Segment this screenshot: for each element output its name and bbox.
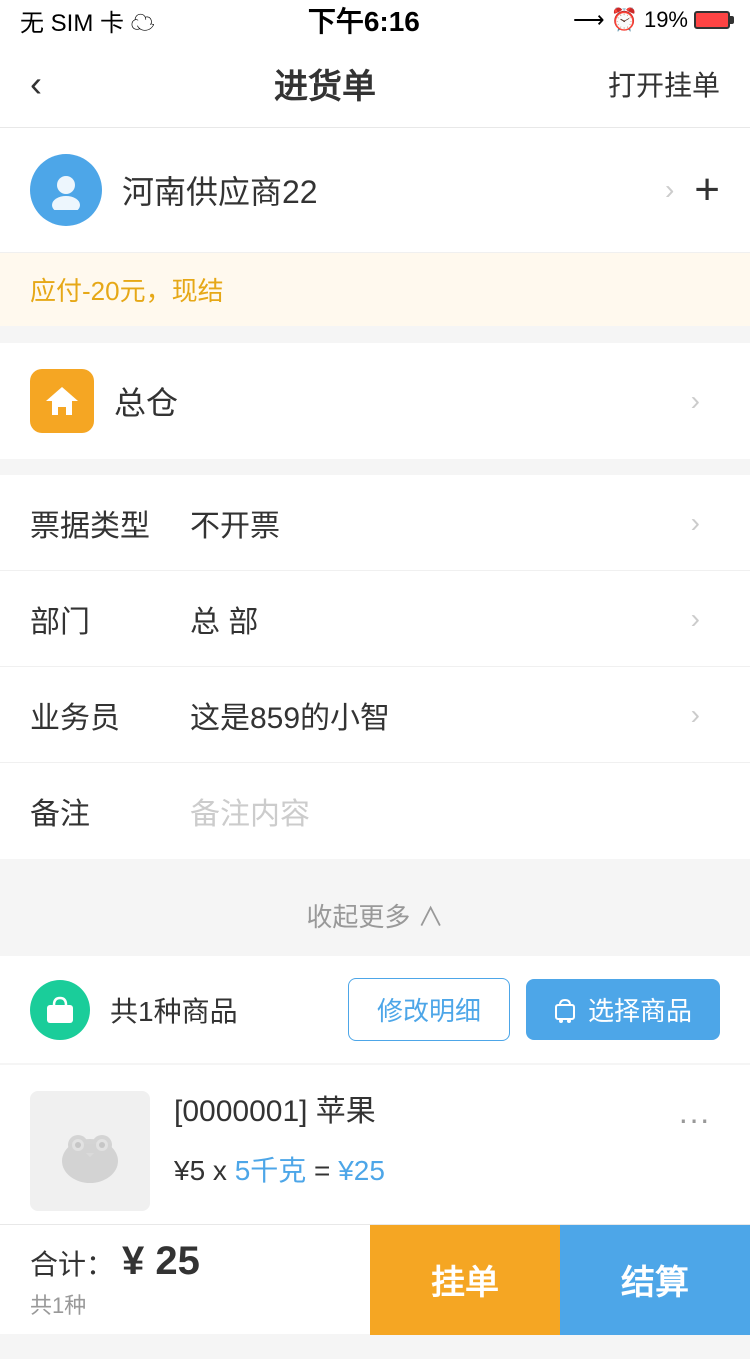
user-icon xyxy=(46,170,86,210)
warehouse-row[interactable]: 总仓 › xyxy=(0,343,750,459)
checkout-button[interactable]: 结算 xyxy=(560,1225,750,1335)
warehouse-arrow-icon: › xyxy=(691,385,700,417)
home-icon xyxy=(44,383,80,419)
staff-row[interactable]: 业务员 这是859的小智 › xyxy=(0,667,750,763)
total-sub: 共1种 xyxy=(30,1288,340,1320)
add-supplier-button[interactable]: + xyxy=(694,165,720,215)
total-row: 合计： ¥ 25 xyxy=(30,1239,340,1284)
form-section: 票据类型 不开票 › 部门 总 部 › 业务员 这是859的小智 › 备注 备注… xyxy=(0,475,750,859)
total-amount: ¥ 25 xyxy=(122,1239,200,1284)
status-bar: 无 SIM 卡 ☁ 下午6:16 ⟶ ⏰ 19% xyxy=(0,0,750,40)
location-icon: ⟶ xyxy=(573,7,605,33)
cart-icon xyxy=(554,997,580,1023)
remark-label: 备注 xyxy=(30,789,170,833)
dept-arrow-icon: › xyxy=(691,603,700,635)
supplier-row[interactable]: 河南供应商22 › + xyxy=(0,128,750,253)
product-code: [0000001] xyxy=(174,1095,316,1128)
dept-label: 部门 xyxy=(30,597,170,641)
status-time: 下午6:16 xyxy=(308,0,420,40)
supplier-arrow-icon: › xyxy=(665,174,674,206)
staff-value: 这是859的小智 xyxy=(170,693,691,737)
footer: 合计： ¥ 25 共1种 挂单 结算 xyxy=(0,1224,750,1334)
edit-detail-button[interactable]: 修改明细 xyxy=(348,978,510,1041)
unit-price: ¥5 x xyxy=(174,1155,235,1186)
invoice-label: 票据类型 xyxy=(30,501,170,545)
main-content: 河南供应商22 › + 应付-20元，现结 总仓 › 票据类型 不开票 › xyxy=(0,128,750,1359)
total-label: 合计： xyxy=(30,1243,114,1283)
product-header: 共1种商品 修改明细 选择商品 xyxy=(0,956,750,1063)
product-title: 苹果 xyxy=(316,1095,376,1128)
remark-row[interactable]: 备注 备注内容 xyxy=(0,763,750,859)
status-right: ⟶ ⏰ 19% xyxy=(573,7,730,33)
invoice-value: 不开票 xyxy=(170,501,691,545)
staff-label: 业务员 xyxy=(30,693,170,737)
back-button[interactable]: ‹ xyxy=(30,63,42,105)
product-name: [0000001] 苹果 xyxy=(174,1091,668,1133)
total-price: ¥25 xyxy=(338,1155,385,1186)
warehouse-name: 总仓 xyxy=(114,378,691,424)
product-info: [0000001] 苹果 ¥5 x 5千克 = ¥25 xyxy=(174,1091,668,1189)
nav-bar: ‹ 进货单 打开挂单 xyxy=(0,40,750,128)
supplier-card: 河南供应商22 › + 应付-20元，现结 xyxy=(0,128,750,327)
product-thumbnail xyxy=(30,1091,150,1211)
warehouse-icon xyxy=(30,369,94,433)
product-price: ¥5 x 5千克 = ¥25 xyxy=(174,1149,668,1189)
dept-row[interactable]: 部门 总 部 › xyxy=(0,571,750,667)
shopping-bag-icon xyxy=(43,993,77,1027)
product-more-button[interactable]: ··· xyxy=(668,1091,720,1148)
battery-icon xyxy=(694,11,730,29)
status-left: 无 SIM 卡 ☁ xyxy=(20,3,155,38)
hang-button[interactable]: 挂单 xyxy=(370,1225,560,1335)
battery-level: 19% xyxy=(644,7,688,33)
footer-total: 合计： ¥ 25 共1种 xyxy=(0,1239,370,1320)
sim-label: 无 SIM 卡 ☁ xyxy=(20,3,155,38)
product-count: 共1种商品 xyxy=(110,990,348,1030)
warehouse-card: 总仓 › xyxy=(0,343,750,459)
supplier-name: 河南供应商22 xyxy=(122,167,665,213)
supplier-notice: 应付-20元，现结 xyxy=(0,253,750,327)
invoice-arrow-icon: › xyxy=(691,507,700,539)
collapse-toggle[interactable]: 收起更多 ∧ xyxy=(0,875,750,956)
supplier-avatar xyxy=(30,154,102,226)
dept-value: 总 部 xyxy=(170,597,691,641)
remark-input[interactable]: 备注内容 xyxy=(170,789,720,833)
select-product-button[interactable]: 选择商品 xyxy=(526,979,720,1040)
alarm-icon: ⏰ xyxy=(611,7,638,33)
staff-arrow-icon: › xyxy=(691,699,700,731)
owl-placeholder-icon xyxy=(50,1111,130,1191)
page-title: 进货单 xyxy=(274,59,376,108)
equals-sign: = xyxy=(306,1155,338,1186)
product-icon xyxy=(30,980,90,1040)
invoice-type-row[interactable]: 票据类型 不开票 › xyxy=(0,475,750,571)
open-hang-button[interactable]: 打开挂单 xyxy=(608,64,720,104)
qty-value: 5千克 xyxy=(235,1155,307,1186)
product-item: [0000001] 苹果 ¥5 x 5千克 = ¥25 ··· xyxy=(0,1065,750,1237)
